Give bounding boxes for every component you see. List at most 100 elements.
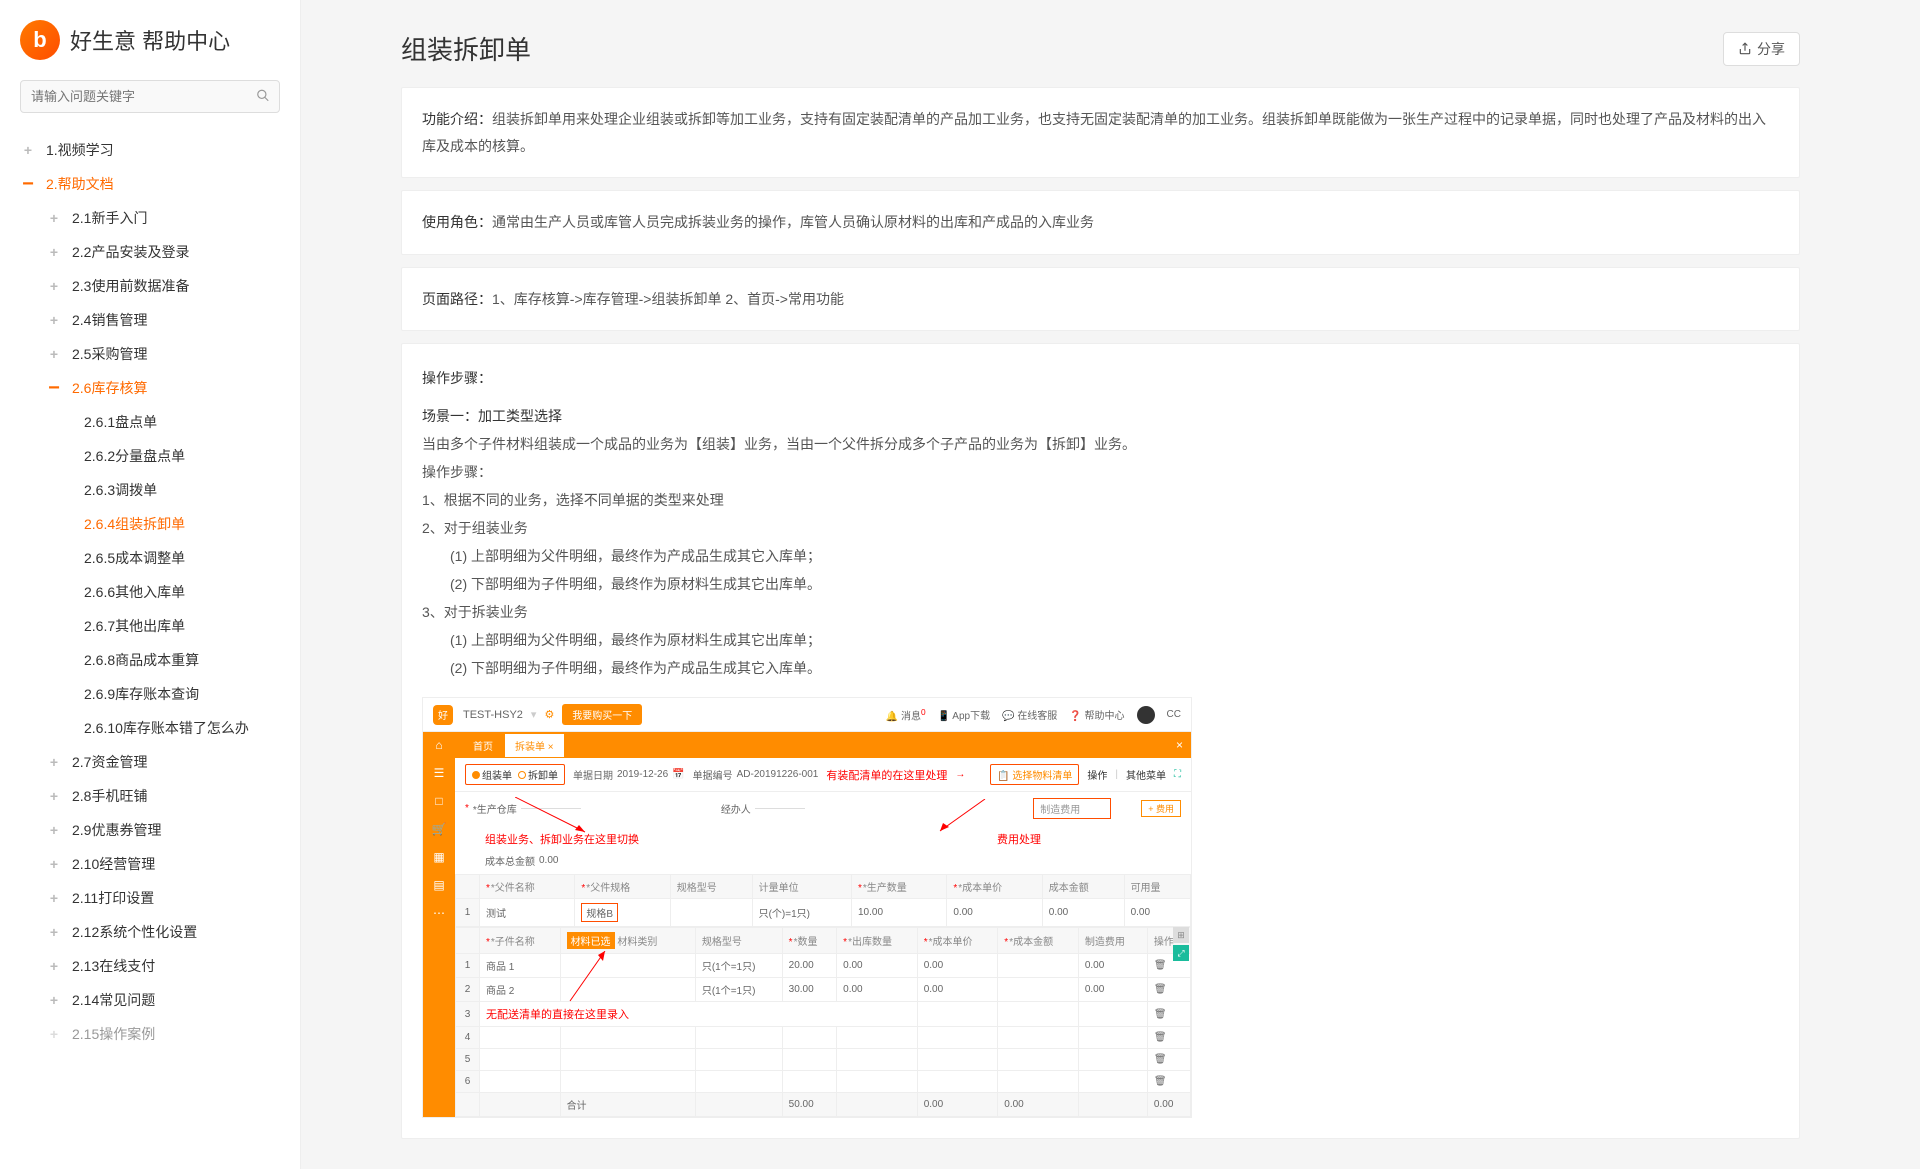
- nav-2-2[interactable]: +2.2产品安装及登录: [20, 235, 280, 269]
- nav-2-9[interactable]: +2.9优惠券管理: [20, 813, 280, 847]
- delete-icon[interactable]: 🗑: [1147, 1071, 1190, 1093]
- step3-1: (1) 上部明细为父件明细，最终作为原材料生成其它出库单；: [422, 626, 1779, 654]
- nav-2-6[interactable]: −2.6库存核算: [20, 371, 280, 405]
- cart-icon[interactable]: 🛒: [432, 822, 446, 836]
- nav-2-6-4[interactable]: 2.6.4组装拆卸单: [20, 507, 280, 541]
- ss-tab-home[interactable]: 首页: [463, 734, 503, 757]
- nav-2-6-6[interactable]: 2.6.6其他入库单: [20, 575, 280, 609]
- ss-test-label: TEST-HSY2: [463, 709, 523, 721]
- nav-2-14[interactable]: +2.14常见问题: [20, 983, 280, 1017]
- table-row[interactable]: 1 测试 规格B 只(个)=1只) 10.00 0.00 0.00 0.00: [456, 899, 1191, 927]
- delete-icon[interactable]: 🗑: [1147, 1027, 1190, 1049]
- scene1-label: 场景一：加工类型选择: [422, 402, 1779, 430]
- plus-icon: +: [46, 346, 62, 362]
- nav-2-6-1[interactable]: 2.6.1盘点单: [20, 405, 280, 439]
- ss-user: CC: [1167, 709, 1181, 720]
- nav-video[interactable]: +1.视频学习: [20, 133, 280, 167]
- ss-msg[interactable]: 🔔 消息0: [886, 707, 926, 722]
- side-btn-1[interactable]: ⊞: [1173, 927, 1189, 943]
- ss-help[interactable]: ❓ 帮助中心: [1069, 707, 1124, 722]
- ss-op2[interactable]: 其他菜单: [1126, 767, 1166, 782]
- doc-icon[interactable]: ☰: [432, 766, 446, 780]
- scene1-desc: 当由多个子件材料组装成一个成品的业务为【组装】业务，当由一个父件拆分成多个子产品…: [422, 430, 1779, 458]
- nav-2-7[interactable]: +2.7资金管理: [20, 745, 280, 779]
- close-icon[interactable]: ×: [1176, 738, 1183, 752]
- search-icon[interactable]: [256, 88, 270, 105]
- annot-direct-input: 无配送清单的直接在这里录入: [486, 1009, 629, 1021]
- table-row[interactable]: 6🗑: [456, 1071, 1191, 1093]
- nav-2-6-3[interactable]: 2.6.3调拨单: [20, 473, 280, 507]
- nav-2-6-9[interactable]: 2.6.9库存账本查询: [20, 677, 280, 711]
- path-card: 页面路径：1、库存核算->库存管理->组装拆卸单 2、首页->常用功能: [401, 267, 1800, 332]
- nav-2-13[interactable]: +2.13在线支付: [20, 949, 280, 983]
- table-row[interactable]: 2商品 2只(1个=1只)30.000.000.000.00🗑: [456, 978, 1191, 1002]
- ss-logo-icon: 好: [433, 705, 453, 725]
- box-icon[interactable]: □: [432, 794, 446, 808]
- ss-tabs: 首页 拆装单 × ×: [455, 732, 1191, 758]
- search-box: [20, 80, 280, 113]
- intro-label: 功能介绍：: [422, 111, 492, 127]
- table-row[interactable]: 4🗑: [456, 1027, 1191, 1049]
- annot-bom: 有装配清单的在这里处理: [826, 767, 947, 783]
- plus-icon: +: [46, 822, 62, 838]
- page-title: 组装拆卸单: [401, 30, 531, 67]
- nav-2-11[interactable]: +2.11打印设置: [20, 881, 280, 915]
- home-icon[interactable]: ⌂: [432, 738, 446, 752]
- nav-2-15[interactable]: +2.15操作案例: [20, 1017, 280, 1051]
- step2: 2、对于组装业务: [422, 514, 1779, 542]
- ss-service[interactable]: 💬 在线客服: [1002, 707, 1057, 722]
- logo-icon: b: [20, 20, 60, 60]
- table-row[interactable]: 3无配送清单的直接在这里录入🗑: [456, 1002, 1191, 1027]
- logo: b 好生意 帮助中心: [20, 20, 280, 60]
- delete-icon[interactable]: 🗑: [1147, 1002, 1190, 1027]
- delete-icon[interactable]: 🗑: [1147, 978, 1190, 1002]
- ss-app[interactable]: 📱 App下载: [938, 707, 990, 722]
- nav-2-5[interactable]: +2.5采购管理: [20, 337, 280, 371]
- minus-icon: −: [46, 380, 62, 396]
- delete-icon[interactable]: 🗑: [1147, 1049, 1190, 1071]
- nav-docs[interactable]: −2.帮助文档: [20, 167, 280, 201]
- annot-cost: 费用处理: [997, 831, 1041, 847]
- nav-2-8[interactable]: +2.8手机旺铺: [20, 779, 280, 813]
- role-text: 通常由生产人员或库管人员完成拆装业务的操作，库管人员确认原材料的出库和产成品的入…: [492, 214, 1094, 230]
- step2-1: (1) 上部明细为父件明细，最终作为产成品生成其它入库单；: [422, 542, 1779, 570]
- nav-2-10[interactable]: +2.10经营管理: [20, 847, 280, 881]
- ss-row2: **生产仓库 经办人 制造费用 + 费用: [455, 792, 1191, 825]
- step3-2: (2) 下部明细为子件明细，最终作为产成品生成其它入库单。: [422, 654, 1779, 682]
- minus-icon: −: [20, 176, 36, 192]
- step3: 3、对于拆装业务: [422, 598, 1779, 626]
- nav-2-3[interactable]: +2.3使用前数据准备: [20, 269, 280, 303]
- ss-try-button[interactable]: 我要购买一下: [562, 704, 642, 725]
- table-row[interactable]: 5🗑: [456, 1049, 1191, 1071]
- plus-icon: +: [46, 1026, 62, 1042]
- nav-2-12[interactable]: +2.12系统个性化设置: [20, 915, 280, 949]
- steps-label: 操作步骤：: [422, 364, 1779, 392]
- ss-op1[interactable]: 操作: [1087, 767, 1107, 782]
- nav-2-6-10[interactable]: 2.6.10库存账本错了怎么办: [20, 711, 280, 745]
- search-input[interactable]: [20, 80, 280, 113]
- ss-avatar-icon[interactable]: [1137, 706, 1155, 724]
- nav-2-4[interactable]: +2.4销售管理: [20, 303, 280, 337]
- grid-icon[interactable]: ▦: [432, 850, 446, 864]
- side-btn-2[interactable]: ⤢: [1173, 945, 1189, 961]
- plus-icon: +: [46, 958, 62, 974]
- ss-fee-button[interactable]: + 费用: [1141, 800, 1181, 817]
- more-icon[interactable]: ⋯: [432, 906, 446, 920]
- plus-icon: +: [46, 244, 62, 260]
- ss-bom-button[interactable]: 📋 选择物料清单: [990, 764, 1079, 785]
- nav-2-6-8[interactable]: 2.6.8商品成本重算: [20, 643, 280, 677]
- plus-icon: +: [46, 210, 62, 226]
- ss-cost-input[interactable]: 制造费用: [1033, 798, 1111, 819]
- nav-2-1[interactable]: +2.1新手入门: [20, 201, 280, 235]
- sub-steps-label: 操作步骤：: [422, 458, 1779, 486]
- step1: 1、根据不同的业务，选择不同单据的类型来处理: [422, 486, 1779, 514]
- stats-icon[interactable]: ▤: [432, 878, 446, 892]
- table-row[interactable]: 1商品 1只(1个=1只)20.000.000.000.00🗑: [456, 954, 1191, 978]
- nav-2-6-5[interactable]: 2.6.5成本调整单: [20, 541, 280, 575]
- ss-type-radio[interactable]: 组装单 拆卸单: [465, 764, 565, 785]
- nav-2-6-2[interactable]: 2.6.2分量盘点单: [20, 439, 280, 473]
- steps-card: 操作步骤： 场景一：加工类型选择 当由多个子件材料组装成一个成品的业务为【组装】…: [401, 343, 1800, 1139]
- ss-tab-active[interactable]: 拆装单 ×: [505, 734, 564, 757]
- share-button[interactable]: 分享: [1723, 32, 1800, 66]
- nav-2-6-7[interactable]: 2.6.7其他出库单: [20, 609, 280, 643]
